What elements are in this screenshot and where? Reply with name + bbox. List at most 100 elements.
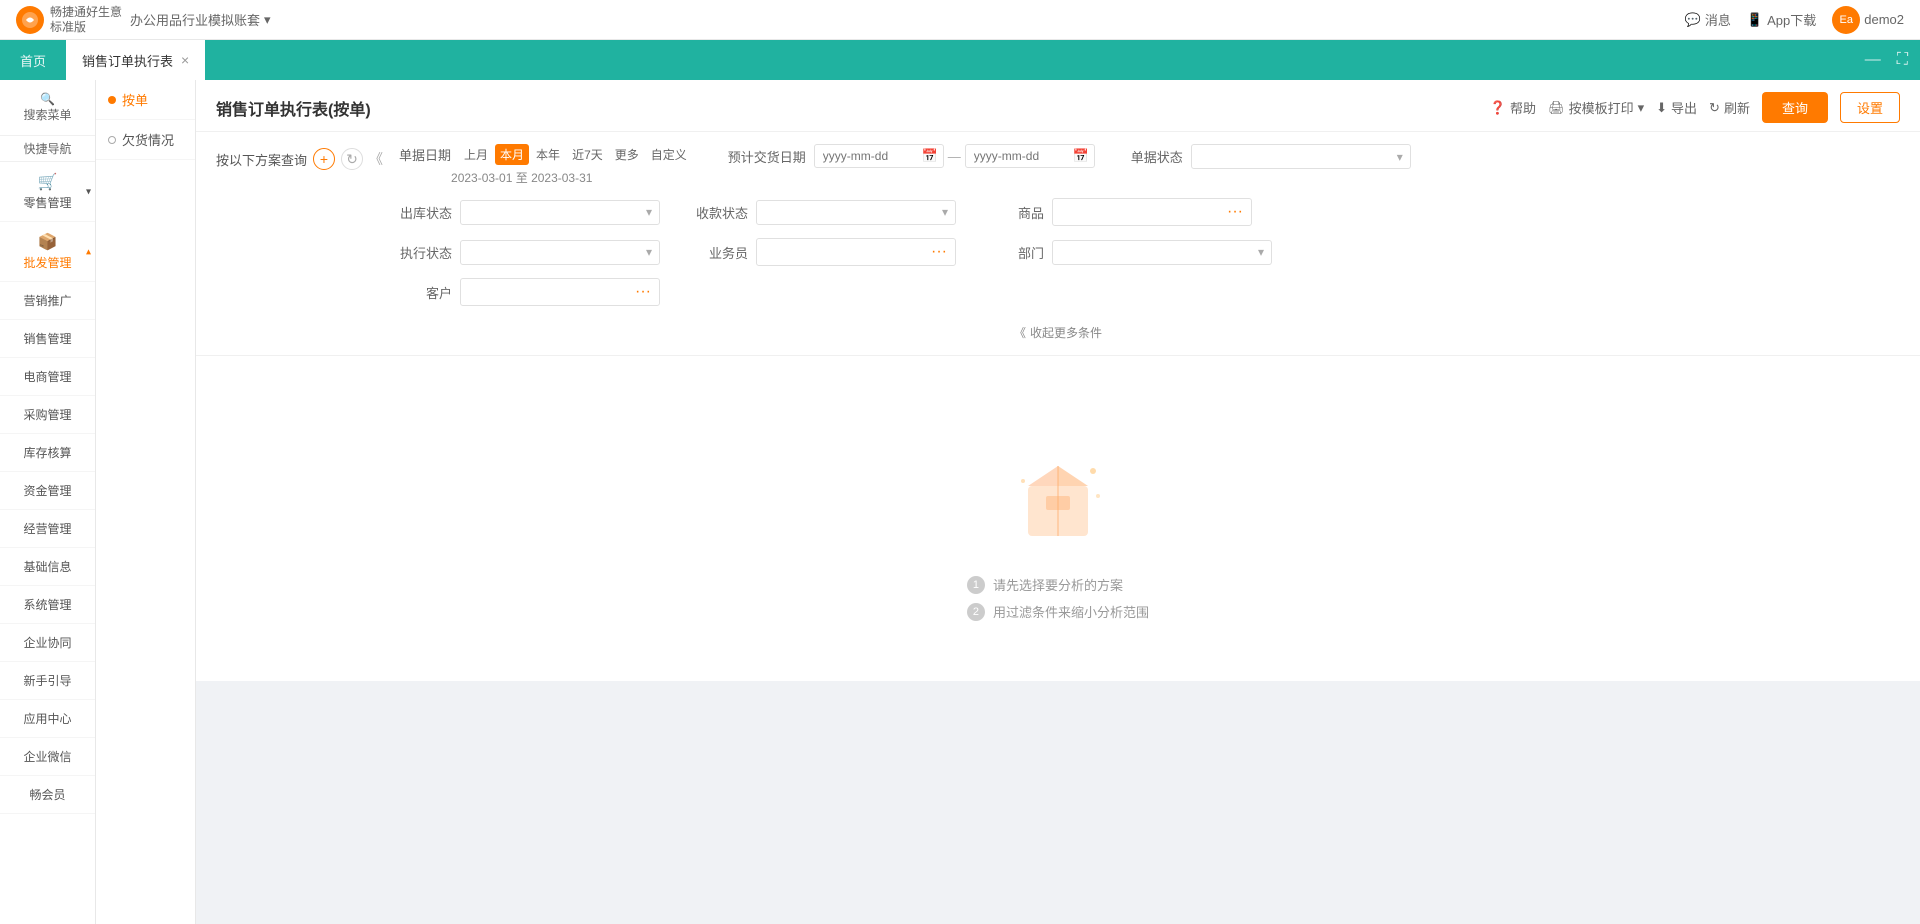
sidebar-item-ecommerce[interactable]: 电商管理 [0, 358, 95, 396]
content-area: 销售订单执行表(按单) ❓ 帮助 🖨 按模板打印 ▾ ⬇ 导出 [196, 80, 1920, 924]
sidebar-item-system[interactable]: 系统管理 [0, 586, 95, 624]
date-this-month-button[interactable]: 本月 [495, 144, 529, 165]
filter-section-label: 按以下方案查询 [216, 150, 307, 169]
tab-home[interactable]: 首页 [0, 40, 66, 80]
date-filter-group: 单据日期 上月 本月 本年 近7天 更多 自定义 2023-03-0 [395, 144, 696, 186]
sidebar-item-finance[interactable]: 资金管理 [0, 472, 95, 510]
sidebar-item-app-center[interactable]: 应用中心 [0, 700, 95, 738]
exec-status-label: 执行状态 [396, 243, 452, 262]
logo-area: 畅捷通好生意 标准版 [16, 5, 122, 34]
filter-row-3: 执行状态 业务员 ··· [216, 238, 1900, 266]
tab-bar: 首页 销售订单执行表 × — ⛶ [0, 40, 1920, 80]
expand-icon-2: ▴ [86, 246, 91, 257]
avatar: Ea [1832, 6, 1860, 34]
receipt-status-select[interactable] [756, 200, 956, 225]
salesman-filter: 业务员 ··· [692, 238, 956, 266]
retail-icon: 🛒 [38, 172, 58, 192]
collapse-button[interactable]: 《 [369, 149, 383, 169]
nav-selector[interactable]: 办公用品行业模拟账套 ▾ [130, 10, 271, 29]
goods-more-icon[interactable]: ··· [1227, 203, 1243, 221]
refresh-button[interactable]: ↻ 刷新 [1709, 98, 1750, 117]
dept-select[interactable] [1052, 240, 1272, 265]
sidebar-items: 🛒 零售管理 ▾ 📦 批发管理 ▴ 营销推广 销售管理 电商管理 采购管理 [0, 162, 95, 814]
sidebar-item-basic-info[interactable]: 基础信息 [0, 548, 95, 586]
sidebar-item-retail[interactable]: 🛒 零售管理 ▾ [0, 162, 95, 222]
app-download-icon: 📱 [1747, 12, 1763, 28]
sidebar-item-sales[interactable]: 销售管理 [0, 320, 95, 358]
salesman-more-icon[interactable]: ··· [931, 243, 947, 261]
customer-filter: 客户 ··· [396, 278, 660, 306]
page-header: 销售订单执行表(按单) ❓ 帮助 🖨 按模板打印 ▾ ⬇ 导出 [196, 80, 1920, 132]
customer-more-icon[interactable]: ··· [635, 283, 651, 301]
receipt-status-label: 收款状态 [692, 203, 748, 222]
calendar-to-icon: 📅 [1073, 148, 1089, 164]
wholesale-icon: 📦 [38, 232, 58, 252]
sidebar-item-wechat[interactable]: 企业微信 [0, 738, 95, 776]
out-status-label: 出库状态 [396, 203, 452, 222]
tab-sales-order[interactable]: 销售订单执行表 × [66, 40, 205, 80]
exec-status-select[interactable] [460, 240, 660, 265]
sub-sidebar: 按单 欠货情况 [96, 80, 196, 924]
help-button[interactable]: ❓ 帮助 [1490, 98, 1536, 117]
sidebar-item-marketing[interactable]: 营销推广 [0, 282, 95, 320]
empty-state: 1 请先选择要分析的方案 2 用过滤条件来缩小分析范围 [196, 356, 1920, 681]
app-logo-icon [16, 6, 44, 34]
search-menu-button[interactable]: 🔍 搜索菜单 [8, 88, 87, 127]
exec-status-filter: 执行状态 [396, 240, 660, 265]
sub-sidebar-item-order[interactable]: 按单 [96, 80, 195, 120]
date-range-display: 2023-03-01 至 2023-03-31 [395, 169, 696, 186]
status-select[interactable] [1191, 144, 1411, 169]
message-icon: 💬 [1685, 12, 1701, 28]
sidebar-item-member[interactable]: 畅会员 [0, 776, 95, 814]
add-scheme-button[interactable]: + [313, 148, 335, 170]
sidebar-search-area: 🔍 搜索菜单 [0, 80, 95, 136]
sidebar-item-purchase[interactable]: 采购管理 [0, 396, 95, 434]
dept-label: 部门 [988, 243, 1044, 262]
main-layout: 🔍 搜索菜单 快捷导航 🛒 零售管理 ▾ 📦 批发管理 ▴ 营销推广 销售管理 [0, 80, 1920, 924]
help-icon: ❓ [1490, 100, 1506, 116]
date-custom-button[interactable]: 自定义 [646, 144, 692, 165]
setup-button[interactable]: 设置 [1840, 92, 1900, 123]
dept-filter: 部门 [988, 240, 1272, 265]
sidebar-item-operations[interactable]: 经营管理 [0, 510, 95, 548]
header-right: 💬 消息 📱 App下载 Ea demo2 [1685, 6, 1904, 34]
sidebar-item-enterprise[interactable]: 企业协同 [0, 624, 95, 662]
logo-text: 畅捷通好生意 标准版 [50, 5, 122, 34]
sub-sidebar-item-shortage[interactable]: 欠货情况 [96, 120, 195, 160]
sidebar-item-inventory[interactable]: 库存核算 [0, 434, 95, 472]
print-chevron-icon: ▾ [1638, 100, 1645, 116]
refresh-scheme-button[interactable]: ↻ [341, 148, 363, 170]
receipt-status-filter: 收款状态 [692, 200, 956, 225]
query-button[interactable]: 查询 [1762, 92, 1828, 123]
window-maximize-icon[interactable]: ⛶ [1893, 47, 1912, 73]
goods-filter: 商品 ··· [988, 198, 1252, 226]
date-separator: — [948, 149, 961, 164]
date-this-year-button[interactable]: 本年 [531, 144, 565, 165]
collapse-more-button[interactable]: 《 收起更多条件 [216, 318, 1900, 343]
date-quick-buttons: 上月 本月 本年 近7天 更多 自定义 [459, 144, 692, 165]
out-status-select[interactable] [460, 200, 660, 225]
customer-label: 客户 [396, 283, 452, 302]
inactive-dot-icon [108, 136, 116, 144]
date-last-month-button[interactable]: 上月 [459, 144, 493, 165]
app-download-button[interactable]: 📱 App下载 [1747, 10, 1816, 29]
quick-nav-button[interactable]: 快捷导航 [0, 136, 95, 162]
date-more-button[interactable]: 更多 [610, 144, 644, 165]
top-header: 畅捷通好生意 标准版 办公用品行业模拟账套 ▾ 💬 消息 📱 App下载 Ea … [0, 0, 1920, 40]
window-minimize-icon[interactable]: — [1861, 47, 1885, 73]
tab-close-icon[interactable]: × [181, 52, 189, 68]
export-icon: ⬇ [1656, 100, 1667, 116]
expected-date-label: 预计交货日期 [728, 147, 806, 166]
active-dot-icon [108, 96, 116, 104]
message-button[interactable]: 💬 消息 [1685, 10, 1731, 29]
date-last-7days-button[interactable]: 近7天 [567, 144, 608, 165]
sidebar-item-guide[interactable]: 新手引导 [0, 662, 95, 700]
export-button[interactable]: ⬇ 导出 [1656, 98, 1697, 117]
empty-illustration [998, 436, 1118, 559]
print-button[interactable]: 🖨 按模板打印 ▾ [1548, 98, 1644, 117]
filter-area: 按以下方案查询 + ↻ 《 单据日期 上月 本月 本年 [196, 132, 1920, 356]
expected-date-filter: 预计交货日期 📅 — 📅 [728, 144, 1095, 168]
user-avatar-area[interactable]: Ea demo2 [1832, 6, 1904, 34]
status-filter: 单据状态 [1127, 144, 1411, 169]
sidebar-item-wholesale[interactable]: 📦 批发管理 ▴ [0, 222, 95, 282]
